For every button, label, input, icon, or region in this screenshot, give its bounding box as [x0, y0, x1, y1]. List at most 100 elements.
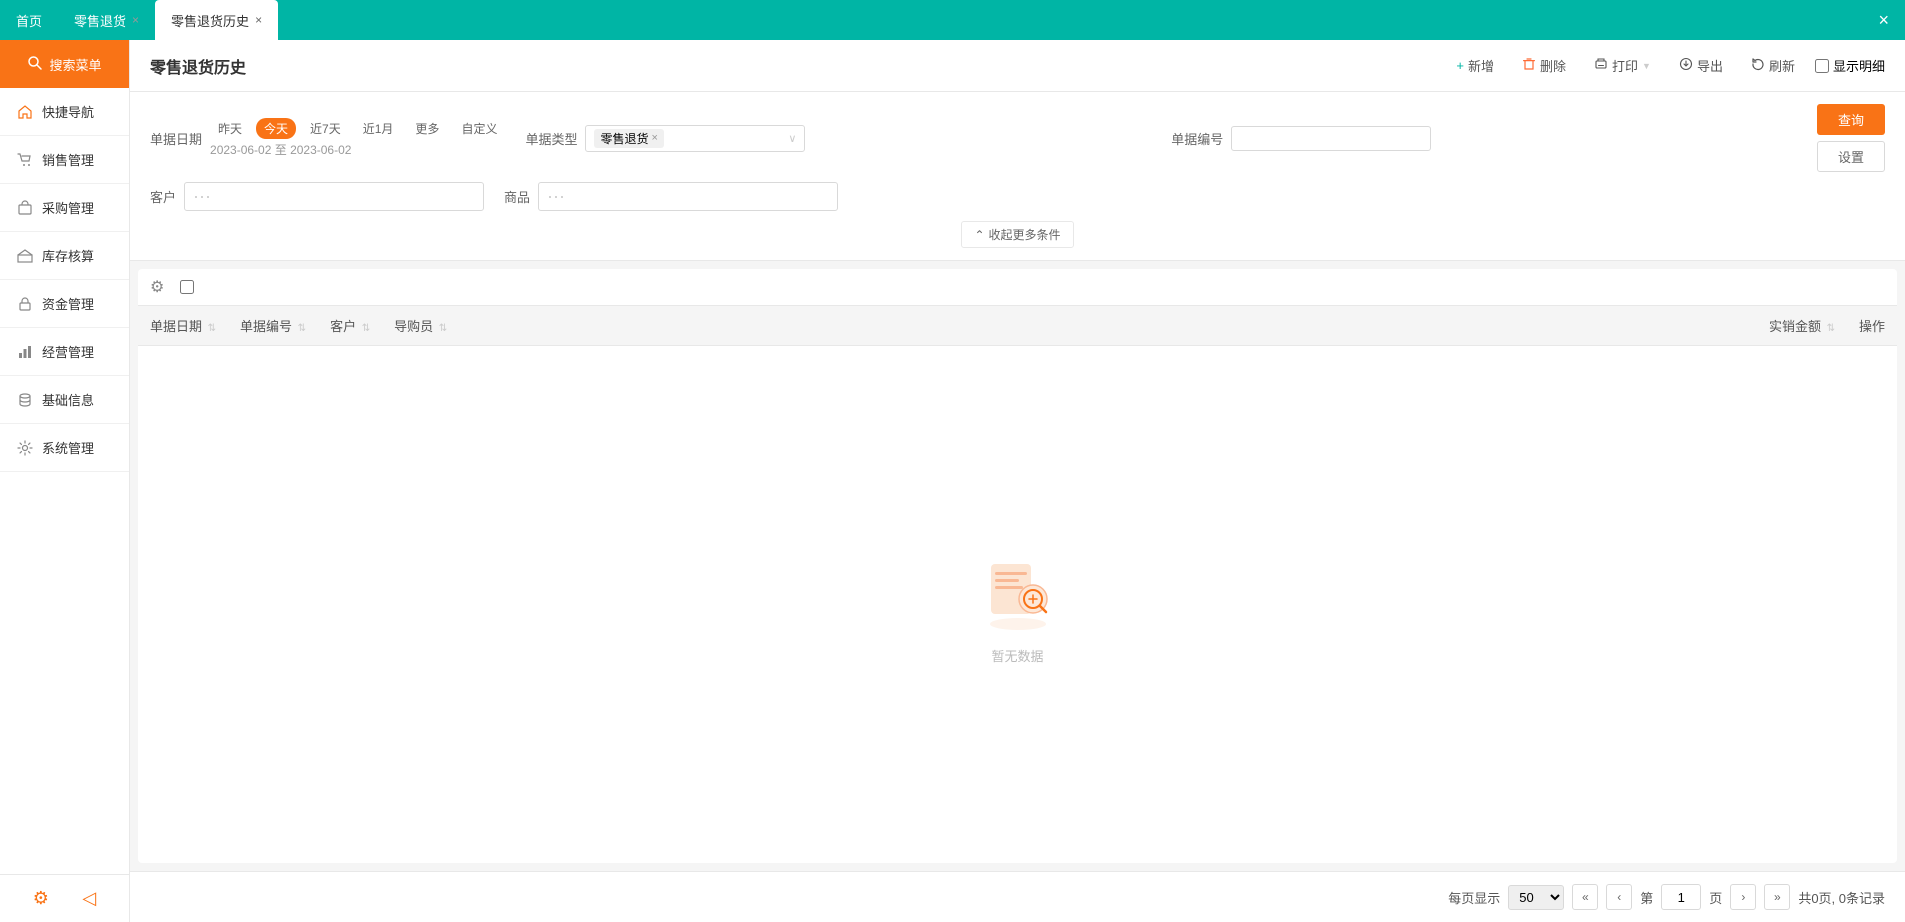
- gear-icon[interactable]: ⚙: [33, 888, 49, 909]
- filter-row-2: 客户 ··· 商品 ···: [150, 182, 1885, 211]
- date-custom[interactable]: 自定义: [453, 118, 505, 139]
- database-icon: [16, 391, 34, 409]
- table-container: ⚙ 单据日期 ⇅ 单据编号 ⇅ 客户: [138, 269, 1897, 863]
- tab-retail-return-history-close[interactable]: ×: [255, 13, 262, 27]
- sidebar-item-quick-nav[interactable]: 快捷导航: [0, 88, 129, 136]
- export-button[interactable]: 导出: [1671, 52, 1731, 79]
- date-options: 昨天 今天 近7天 近1月 更多 自定义 2023-06-02 至 2023-0…: [210, 118, 505, 158]
- col-no-sort: ⇅: [298, 323, 306, 334]
- doc-type-filter: 单据类型 零售退货 × ∨: [525, 125, 1151, 152]
- tab-retail-return[interactable]: 零售退货 ×: [58, 0, 155, 40]
- sidebar-item-purchase-mgmt[interactable]: 采购管理: [0, 184, 129, 232]
- print-dropdown-icon: ▼: [1642, 61, 1651, 71]
- display-detail-toggle[interactable]: 显示明细: [1815, 56, 1885, 75]
- date-filter-label: 单据日期: [150, 129, 202, 148]
- select-all-checkbox[interactable]: [180, 280, 194, 294]
- col-no[interactable]: 单据编号 ⇅: [228, 306, 318, 346]
- product-input[interactable]: ···: [538, 182, 838, 211]
- print-button[interactable]: 打印 ▼: [1586, 52, 1659, 79]
- date-range-display: 2023-06-02 至 2023-06-02: [210, 141, 505, 158]
- product-label: 商品: [504, 187, 530, 206]
- col-date[interactable]: 单据日期 ⇅: [138, 306, 228, 346]
- date-more[interactable]: 更多: [407, 118, 447, 139]
- settings-icon: [16, 439, 34, 457]
- window-close-button[interactable]: ×: [1862, 10, 1905, 31]
- sidebar-item-system-mgmt[interactable]: 系统管理: [0, 424, 129, 472]
- col-customer[interactable]: 客户 ⇅: [318, 306, 382, 346]
- top-bar: 首页 零售退货 × 零售退货历史 × ×: [0, 0, 1905, 40]
- search-icon: [27, 55, 43, 74]
- doc-type-input[interactable]: 零售退货 × ∨: [585, 125, 805, 152]
- doc-no-label: 单据编号: [1171, 129, 1223, 148]
- page-number-input[interactable]: [1661, 884, 1701, 910]
- table-toolbar: ⚙: [138, 269, 1897, 306]
- sidebar-item-finance-mgmt[interactable]: 资金管理: [0, 280, 129, 328]
- sidebar-bottom: ⚙ ◁: [0, 874, 129, 922]
- collapse-label: 收起更多条件: [989, 226, 1061, 243]
- tab-home-label: 首页: [16, 11, 42, 30]
- sidebar-item-quick-nav-label: 快捷导航: [42, 102, 94, 121]
- first-page-button[interactable]: «: [1572, 884, 1598, 910]
- sidebar-item-inventory[interactable]: 库存核算: [0, 232, 129, 280]
- query-button[interactable]: 查询: [1817, 104, 1885, 135]
- cart-icon: [16, 151, 34, 169]
- date-7days[interactable]: 近7天: [302, 118, 349, 139]
- col-spacer: [459, 306, 1757, 346]
- date-yesterday[interactable]: 昨天: [210, 118, 250, 139]
- doc-type-tag-remove[interactable]: ×: [651, 132, 657, 144]
- table-settings-icon[interactable]: ⚙: [150, 277, 164, 297]
- search-menu-button[interactable]: 搜索菜单: [0, 40, 129, 88]
- add-button[interactable]: + 新增: [1448, 52, 1502, 79]
- speaker-icon[interactable]: ◁: [82, 888, 96, 909]
- page-size-select[interactable]: 50 10 20 100: [1508, 885, 1564, 910]
- sidebar-item-basic-info[interactable]: 基础信息: [0, 376, 129, 424]
- content-area: 零售退货历史 + 新增 删除 打印 ▼: [130, 40, 1905, 922]
- doc-no-input[interactable]: [1231, 126, 1431, 151]
- col-date-sort: ⇅: [208, 323, 216, 334]
- display-detail-label: 显示明细: [1833, 56, 1885, 75]
- last-page-button[interactable]: »: [1764, 884, 1790, 910]
- empty-text: 暂无数据: [991, 646, 1043, 665]
- product-ellipsis: ···: [547, 186, 565, 207]
- date-1month[interactable]: 近1月: [355, 118, 402, 139]
- display-detail-checkbox[interactable]: [1815, 59, 1829, 73]
- sidebar: 搜索菜单 快捷导航 销售管理 采购管理: [0, 40, 130, 922]
- export-button-label: 导出: [1697, 56, 1723, 75]
- col-guide[interactable]: 导购员 ⇅: [382, 306, 459, 346]
- page-size-label: 每页显示: [1448, 888, 1500, 907]
- customer-ellipsis: ···: [193, 186, 211, 207]
- delete-button[interactable]: 删除: [1514, 52, 1574, 79]
- product-filter: 商品 ···: [504, 182, 1885, 211]
- tab-home[interactable]: 首页: [0, 0, 58, 40]
- customer-filter: 客户 ···: [150, 182, 484, 211]
- refresh-button[interactable]: 刷新: [1743, 52, 1803, 79]
- next-page-button[interactable]: ›: [1730, 884, 1756, 910]
- delete-icon: [1522, 57, 1536, 74]
- doc-type-label: 单据类型: [525, 129, 577, 148]
- sidebar-item-operations-mgmt[interactable]: 经营管理: [0, 328, 129, 376]
- sidebar-item-basic-info-label: 基础信息: [42, 390, 94, 409]
- tab-retail-return-close[interactable]: ×: [132, 13, 139, 27]
- settings-button[interactable]: 设置: [1817, 141, 1885, 172]
- sidebar-item-sales-mgmt-label: 销售管理: [42, 150, 94, 169]
- export-icon: [1679, 57, 1693, 74]
- tab-retail-return-history-label: 零售退货历史: [171, 11, 249, 30]
- page-title: 零售退货历史: [150, 54, 246, 78]
- add-icon: +: [1456, 58, 1464, 73]
- collapse-conditions-button[interactable]: ⌃ 收起更多条件: [961, 221, 1073, 248]
- date-filter: 单据日期 昨天 今天 近7天 近1月 更多 自定义 2023-06-02 至 2…: [150, 118, 505, 158]
- col-amount[interactable]: 实销金额 ⇅: [1757, 306, 1847, 346]
- date-today[interactable]: 今天: [256, 118, 296, 139]
- prev-page-button[interactable]: ‹: [1606, 884, 1632, 910]
- print-button-label: 打印: [1612, 56, 1638, 75]
- action-buttons: 查询 设置: [1817, 104, 1885, 172]
- table-header: 单据日期 ⇅ 单据编号 ⇅ 客户 ⇅ 导购员 ⇅: [138, 306, 1897, 346]
- sidebar-item-sales-mgmt[interactable]: 销售管理: [0, 136, 129, 184]
- customer-label: 客户: [150, 187, 176, 206]
- col-action: 操作: [1847, 306, 1897, 346]
- home-icon: [16, 103, 34, 121]
- doc-type-tag-label: 零售退货: [600, 130, 648, 147]
- tab-retail-return-history[interactable]: 零售退货历史 ×: [155, 0, 278, 40]
- add-button-label: 新增: [1468, 56, 1494, 75]
- customer-input[interactable]: ···: [184, 182, 484, 211]
